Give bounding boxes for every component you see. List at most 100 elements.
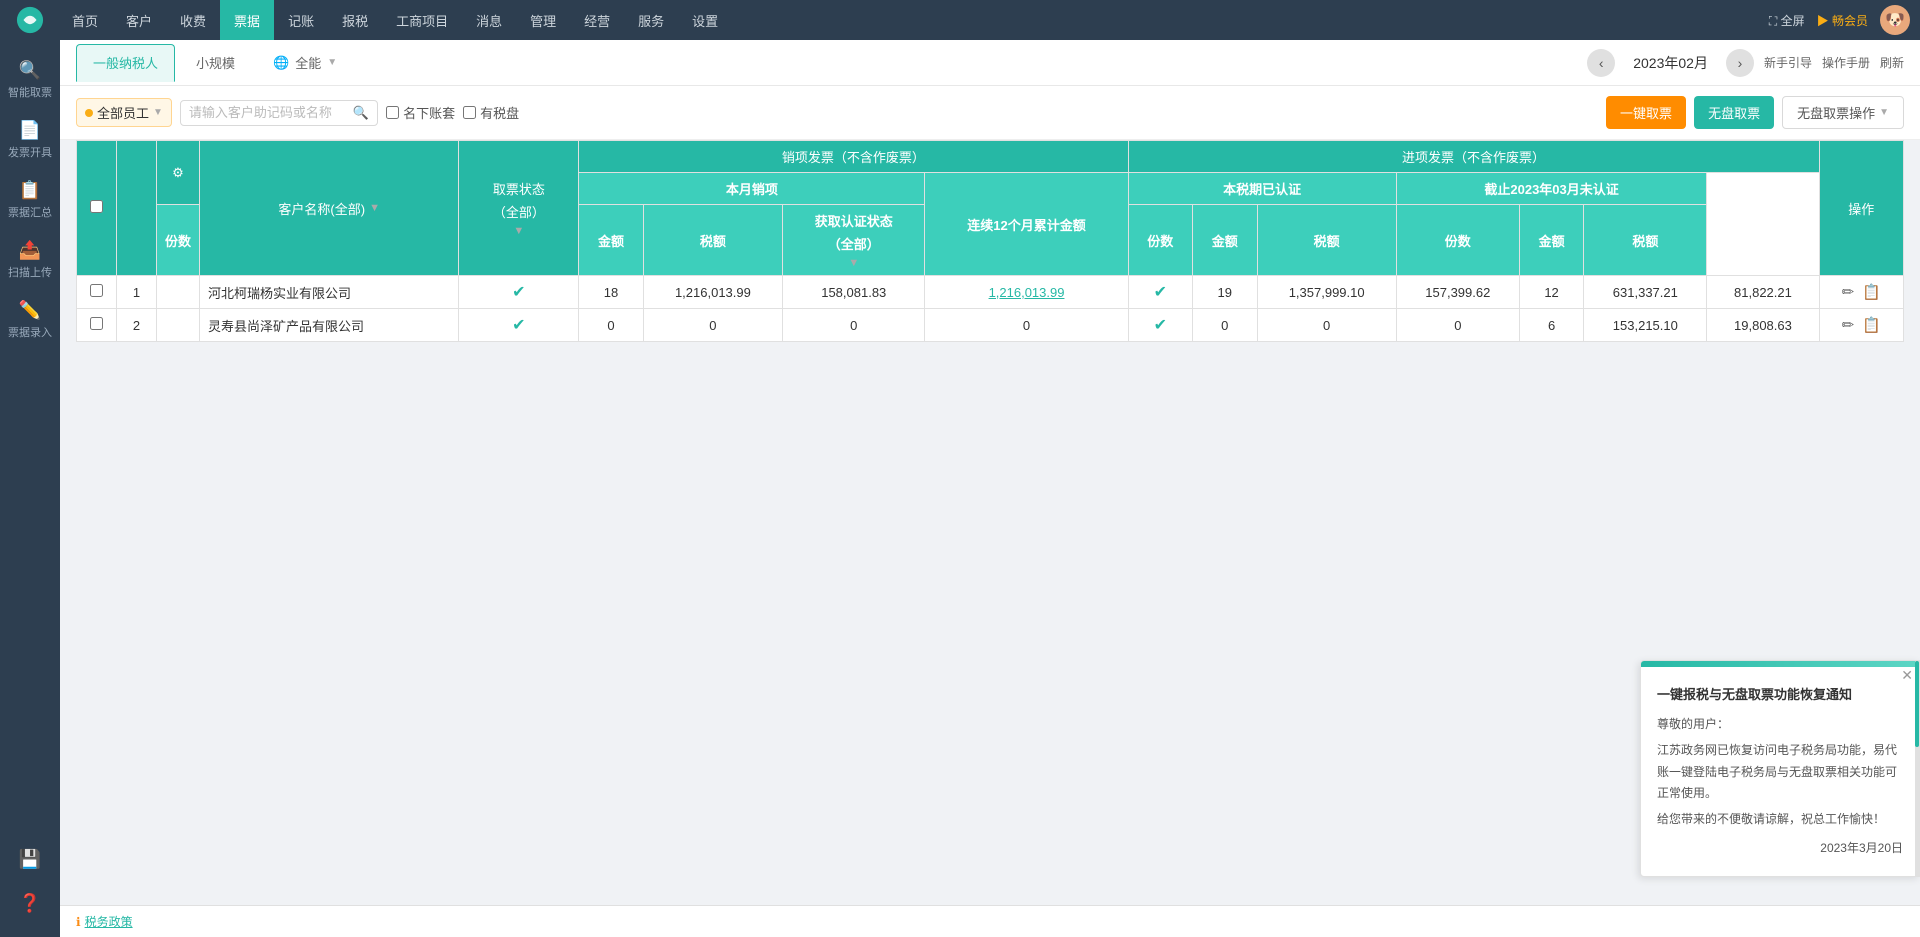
- th-until-count: 份数: [1396, 205, 1519, 276]
- sidebar-item-label: 发票开具: [8, 144, 52, 160]
- nav-business[interactable]: 工商项目: [382, 0, 462, 40]
- row-until-count: 12: [1519, 276, 1583, 309]
- refresh-btn[interactable]: 刷新: [1880, 54, 1904, 71]
- scan-upload-icon: 📤: [19, 240, 41, 261]
- nav-invoice[interactable]: 票据: [220, 0, 274, 40]
- sidebar-item-invoice-open[interactable]: 📄 发票开具: [0, 110, 60, 170]
- row-monthly-amount: 0: [643, 309, 782, 342]
- nav-service[interactable]: 服务: [624, 0, 678, 40]
- sidebar-item-smart-ticket[interactable]: 🔍 智能取票: [0, 50, 60, 110]
- th-cancel-status: 取票状态 （全部） ▼: [459, 141, 579, 276]
- sidebar-item-label: 扫描上传: [8, 264, 52, 280]
- row-confirm-status: ✔: [1128, 309, 1192, 342]
- tax-policy-link[interactable]: 税务政策: [85, 913, 133, 930]
- dropdown-icon: ▼: [153, 107, 163, 118]
- row-checkbox[interactable]: [77, 309, 117, 342]
- sidebar-item-save[interactable]: 💾: [0, 839, 60, 883]
- top-nav: 首页 客户 收费 票据 记账 报税 工商项目 消息 管理 经营 服务 设置 ⛶ …: [0, 0, 1920, 40]
- sidebar-item-label: 票据录入: [8, 324, 52, 340]
- nav-tax[interactable]: 报税: [328, 0, 382, 40]
- row-monthly-count: 18: [579, 276, 643, 309]
- cancel-check-icon: ✔: [512, 284, 525, 301]
- cumulative-link[interactable]: 1,216,013.99: [989, 285, 1065, 300]
- nav-settings[interactable]: 设置: [678, 0, 732, 40]
- row-settings: [157, 276, 200, 309]
- confirm-check-icon: ✔: [1154, 317, 1167, 334]
- nav-items: 首页 客户 收费 票据 记账 报税 工商项目 消息 管理 经营 服务 设置: [58, 0, 1769, 40]
- one-key-ticket-btn[interactable]: 一键取票: [1606, 96, 1686, 129]
- row-until-tax: 19,808.63: [1707, 309, 1819, 342]
- toolbar-right: 一键取票 无盘取票 无盘取票操作 ▼: [1606, 96, 1904, 129]
- sidebar-item-invoice-summary[interactable]: 📋 票据汇总: [0, 170, 60, 230]
- manual-btn[interactable]: 操作手册: [1822, 54, 1870, 71]
- under-account-checkbox[interactable]: 名下账套: [386, 103, 455, 122]
- cancel-filter-icon[interactable]: ▼: [513, 225, 524, 237]
- has-tax-disk-check[interactable]: [463, 106, 476, 119]
- edit-icon[interactable]: ✏: [1842, 316, 1855, 334]
- no-disk-operation-btn[interactable]: 无盘取票操作 ▼: [1782, 96, 1904, 129]
- sidebar-item-help[interactable]: ❓: [0, 883, 60, 927]
- popup-content: 一键报税与无盘取票功能恢复通知 尊敬的用户： 江苏政务网已恢复访问电子税务局功能…: [1641, 667, 1919, 876]
- next-month-btn[interactable]: ›: [1726, 49, 1754, 77]
- popup-greeting: 尊敬的用户：: [1657, 714, 1903, 736]
- date-display: 2023年02月: [1625, 53, 1716, 73]
- row-period-amount: 1,357,999.10: [1257, 276, 1396, 309]
- tab-small-scale[interactable]: 小规模: [179, 44, 252, 82]
- invoice-open-icon: 📄: [19, 120, 41, 141]
- new-guide-btn[interactable]: 新手引导: [1764, 54, 1812, 71]
- row-no: 1: [117, 276, 157, 309]
- th-period-amount: 金额: [1193, 205, 1257, 276]
- nav-account[interactable]: 记账: [274, 0, 328, 40]
- row-period-count: 0: [1193, 309, 1257, 342]
- no-disk-ticket-btn[interactable]: 无盘取票: [1694, 96, 1774, 129]
- nav-home[interactable]: 首页: [58, 0, 112, 40]
- user-avatar[interactable]: 🐶: [1880, 5, 1910, 35]
- select-all-checkbox[interactable]: [90, 200, 103, 213]
- member-btn[interactable]: ▶ 畅会员: [1817, 12, 1868, 29]
- table-row: 1 河北柯瑞杨实业有限公司 ✔ 18 1,216,013.99 158,081.…: [77, 276, 1904, 309]
- info-icon: ℹ: [76, 915, 81, 929]
- search-icon[interactable]: 🔍: [353, 105, 369, 121]
- th-purchase-header: 进项发票（不含作废票）: [1128, 141, 1819, 173]
- has-tax-disk-checkbox[interactable]: 有税盘: [463, 103, 519, 122]
- nav-message[interactable]: 消息: [462, 0, 516, 40]
- under-account-check[interactable]: [386, 106, 399, 119]
- sidebar-item-invoice-entry[interactable]: ✏️ 票据录入: [0, 290, 60, 350]
- sidebar-item-label: 票据汇总: [8, 204, 52, 220]
- globe-icon: 🌐: [273, 55, 289, 71]
- popup-close-btn[interactable]: ✕: [1901, 667, 1913, 684]
- edit-icon[interactable]: ✏: [1842, 283, 1855, 301]
- search-box[interactable]: 🔍: [180, 100, 378, 126]
- detail-icon[interactable]: 📋: [1862, 283, 1881, 301]
- nav-fee[interactable]: 收费: [166, 0, 220, 40]
- data-table: ⚙ 客户名称(全部) ▼ 取票状态 （全部） ▼: [76, 140, 1904, 342]
- th-until-amount: 金额: [1519, 205, 1583, 276]
- fullscreen-btn[interactable]: ⛶ 全屏: [1769, 12, 1805, 29]
- sidebar: 🔍 智能取票 📄 发票开具 📋 票据汇总 📤 扫描上传 ✏️ 票据录入 💾 ❓: [0, 40, 60, 937]
- th-until-tax: 税额: [1584, 205, 1707, 276]
- nav-client[interactable]: 客户: [112, 0, 166, 40]
- client-filter-icon[interactable]: ▼: [369, 202, 380, 214]
- employee-label: 全部员工: [97, 103, 149, 122]
- row-period-tax: 0: [1396, 309, 1519, 342]
- status-dot: [85, 109, 93, 117]
- search-input[interactable]: [189, 105, 349, 120]
- row-checkbox[interactable]: [77, 276, 117, 309]
- th-sales-header: 销项发票（不含作废票）: [579, 141, 1128, 173]
- row-confirm-status: ✔: [1128, 276, 1192, 309]
- invoice-summary-icon: 📋: [19, 180, 41, 201]
- prev-month-btn[interactable]: ‹: [1587, 49, 1615, 77]
- confirm-filter-icon[interactable]: ▼: [848, 257, 859, 269]
- confirm-check-icon: ✔: [1154, 284, 1167, 301]
- popup-scrollbar[interactable]: [1915, 661, 1919, 876]
- row-cumulative: 1,216,013.99: [925, 276, 1128, 309]
- nav-operation[interactable]: 经营: [570, 0, 624, 40]
- sidebar-item-scan-upload[interactable]: 📤 扫描上传: [0, 230, 60, 290]
- employee-select[interactable]: 全部员工 ▼: [76, 98, 172, 127]
- tab-all[interactable]: 🌐 全能 ▼: [256, 44, 354, 82]
- tab-general-taxpayer[interactable]: 一般纳税人: [76, 44, 175, 82]
- popup-scrollbar-thumb: [1915, 661, 1919, 747]
- sidebar-bottom: 💾 ❓: [0, 839, 60, 937]
- nav-manage[interactable]: 管理: [516, 0, 570, 40]
- detail-icon[interactable]: 📋: [1862, 316, 1881, 334]
